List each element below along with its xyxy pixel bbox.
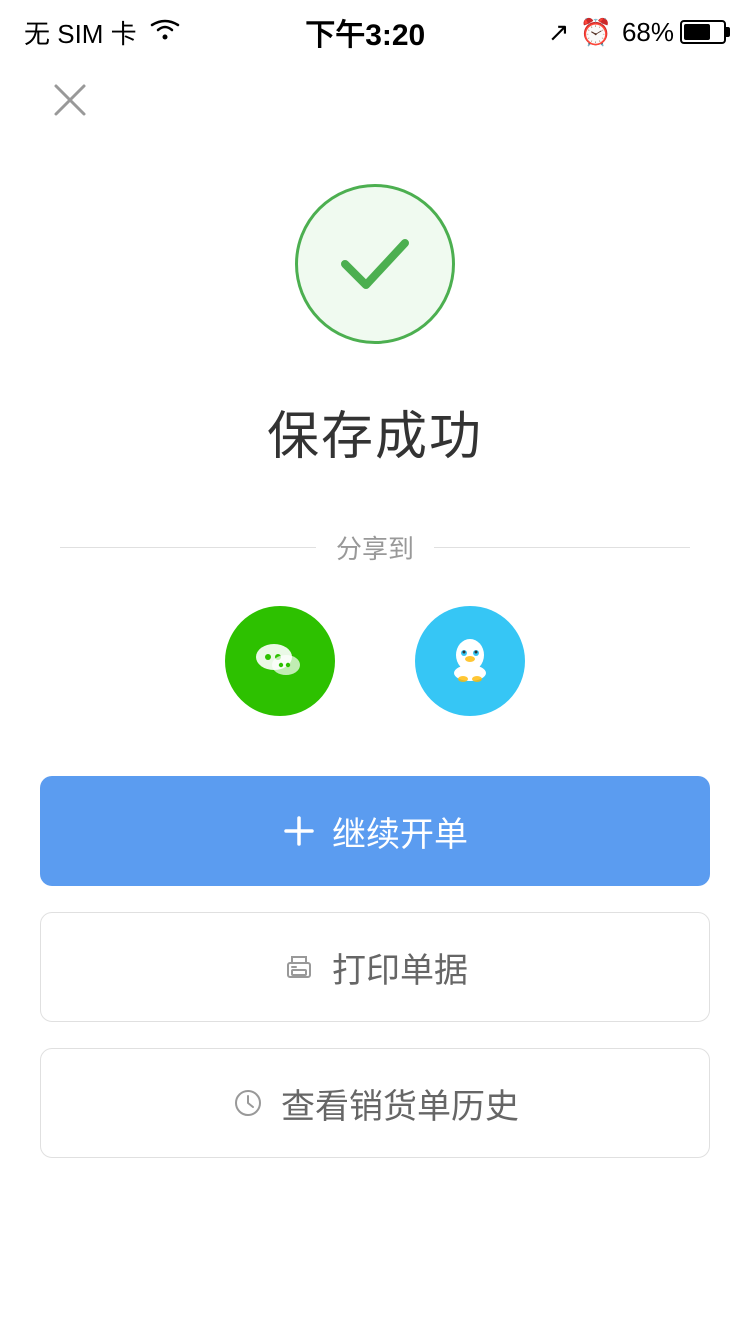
- location-icon: ↗: [548, 17, 570, 48]
- wifi-icon: [147, 16, 183, 49]
- continue-order-label: 继续开单: [332, 807, 468, 856]
- status-carrier: 无 SIM 卡: [24, 14, 183, 51]
- continue-order-button[interactable]: 继续开单: [40, 776, 710, 886]
- print-label: 打印单据: [332, 943, 468, 992]
- status-time: 下午3:20: [305, 10, 425, 54]
- success-title: 保存成功: [267, 394, 483, 469]
- clock-icon: [231, 1086, 265, 1120]
- plus-icon: [282, 814, 316, 848]
- share-divider: 分享到: [0, 529, 750, 566]
- main-content: 保存成功 分享到: [0, 64, 750, 1158]
- printer-icon: [282, 950, 316, 984]
- actions-section: 继续开单 打印单据 查看销货单历史: [0, 776, 750, 1158]
- share-icons: [225, 606, 525, 716]
- wechat-share-button[interactable]: [225, 606, 335, 716]
- battery-icon: [680, 20, 726, 44]
- status-bar: 无 SIM 卡 下午3:20 ↗ ⏰ 68%: [0, 0, 750, 64]
- qq-share-button[interactable]: [415, 606, 525, 716]
- print-button[interactable]: 打印单据: [40, 912, 710, 1022]
- success-icon-circle: [295, 184, 455, 344]
- close-button[interactable]: [44, 74, 96, 126]
- view-history-button[interactable]: 查看销货单历史: [40, 1048, 710, 1158]
- battery: 68%: [622, 17, 726, 48]
- share-section: 分享到: [0, 529, 750, 716]
- share-label: 分享到: [336, 529, 414, 566]
- history-label: 查看销货单历史: [281, 1079, 519, 1128]
- divider-line-left: [60, 547, 316, 548]
- alarm-icon: ⏰: [580, 17, 612, 48]
- status-right: ↗ ⏰ 68%: [548, 17, 726, 48]
- divider-line-right: [434, 547, 690, 548]
